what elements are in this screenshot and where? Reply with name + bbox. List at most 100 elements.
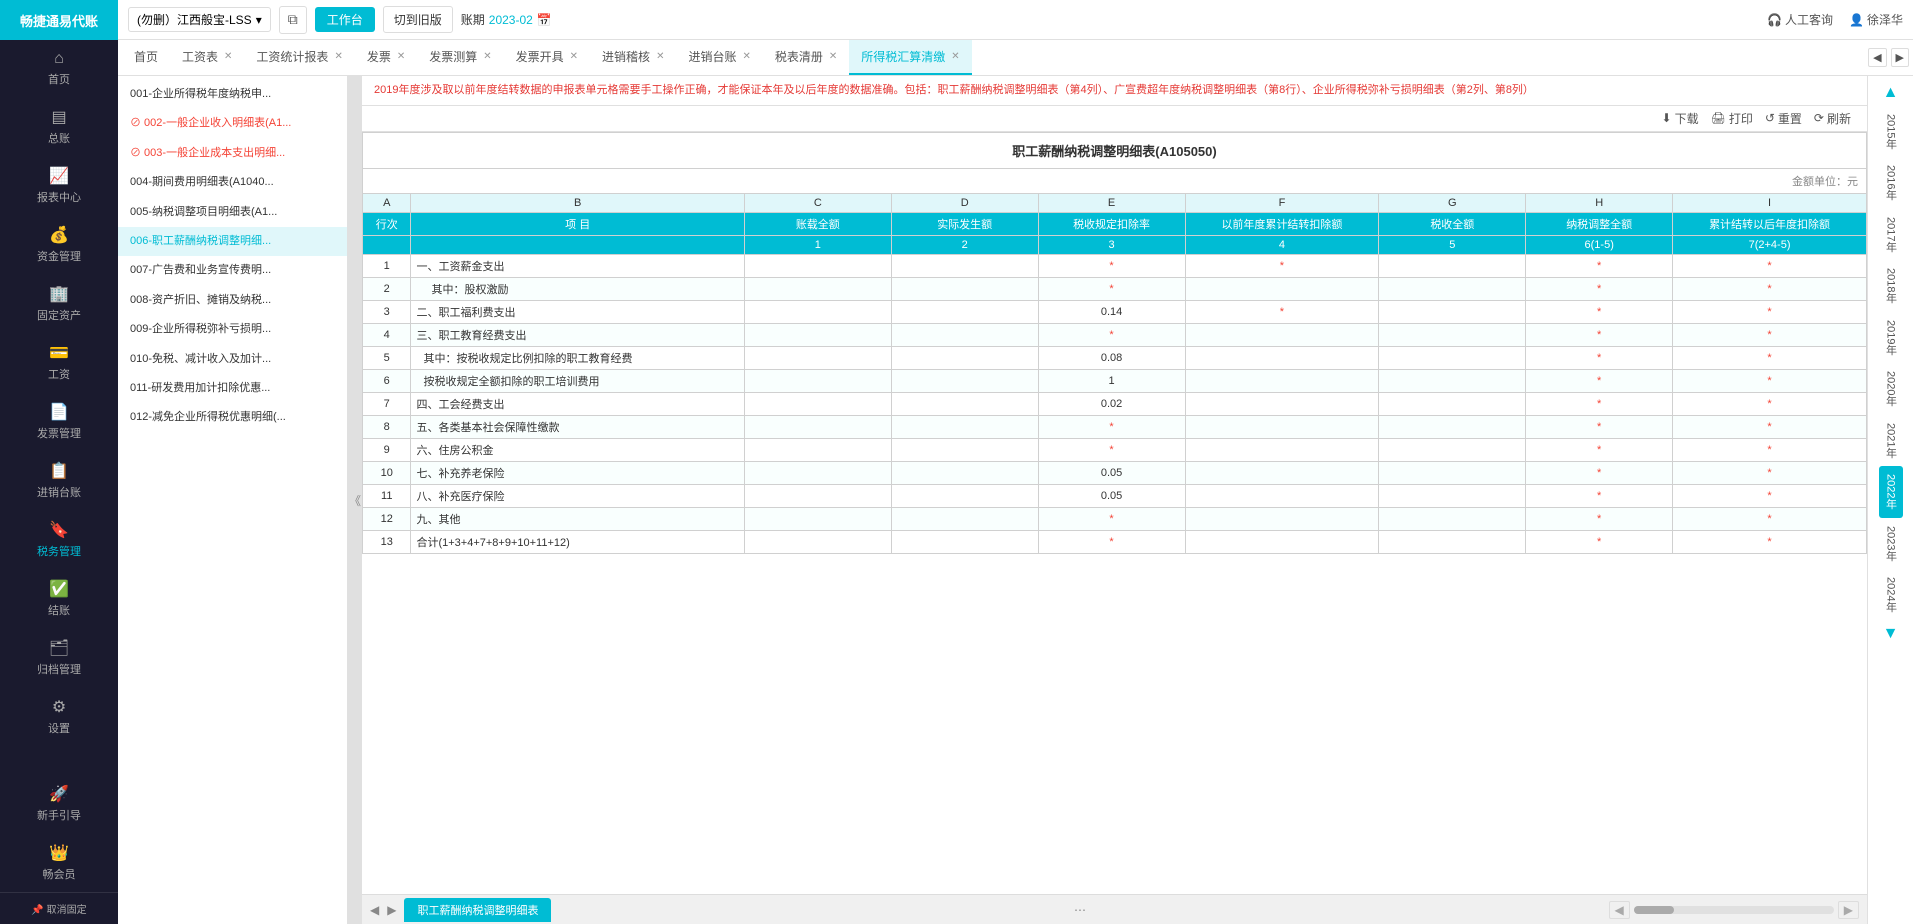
tab-purchase-check[interactable]: 进销稽核 ✕ [590, 40, 676, 75]
service-btn[interactable]: 🎧 人工客询 [1767, 11, 1833, 28]
list-item-005[interactable]: 005-纳税调整项目明细表(A1... [118, 198, 347, 227]
cell-c[interactable] [744, 415, 891, 438]
year-2017[interactable]: 2017年 [1879, 209, 1903, 260]
sidebar-item-tax[interactable]: 🔖 税务管理 [0, 510, 118, 569]
nav-right-icon[interactable]: ▶ [387, 903, 396, 917]
close-icon[interactable]: ✕ [656, 51, 664, 62]
sheet-tab-dots[interactable]: ⋯ [1074, 903, 1086, 917]
download-btn[interactable]: ⬇ 下载 [1662, 110, 1699, 127]
cell-d[interactable] [891, 254, 1038, 277]
tab-salary[interactable]: 工资表 ✕ [170, 40, 244, 75]
cell-d[interactable] [891, 300, 1038, 323]
list-item-011[interactable]: 011-研发费用加计扣除优惠... [118, 374, 347, 403]
sheet-tab-active[interactable]: 职工薪酬纳税调整明细表 [404, 898, 551, 922]
cell-f[interactable] [1185, 369, 1379, 392]
sidebar-item-invoice[interactable]: 📄 发票管理 [0, 392, 118, 451]
cell-g[interactable] [1379, 392, 1526, 415]
cell-g[interactable] [1379, 323, 1526, 346]
cell-c[interactable] [744, 323, 891, 346]
cell-c[interactable] [744, 507, 891, 530]
year-2024[interactable]: 2024年 [1879, 569, 1903, 620]
sidebar-item-archive[interactable]: 🗂 归档管理 [0, 628, 118, 687]
cell-d[interactable] [891, 438, 1038, 461]
cell-d[interactable] [891, 392, 1038, 415]
cell-d[interactable] [891, 415, 1038, 438]
work-bench-btn[interactable]: 工作台 [315, 7, 375, 32]
cell-g[interactable] [1379, 438, 1526, 461]
cell-f[interactable] [1185, 438, 1379, 461]
calendar-icon[interactable]: 📅 [537, 13, 552, 27]
cell-d[interactable] [891, 507, 1038, 530]
sidebar-item-vip[interactable]: 👑 畅会员 [0, 833, 118, 892]
cell-f[interactable] [1185, 461, 1379, 484]
cell-c[interactable] [744, 484, 891, 507]
period-value[interactable]: 2023-02 [489, 13, 533, 27]
tab-invoice-calc[interactable]: 发票测算 ✕ [417, 40, 503, 75]
sidebar-item-fixed-asset[interactable]: 🏢 固定资产 [0, 274, 118, 333]
year-2015[interactable]: 2015年 [1879, 106, 1903, 157]
cell-f[interactable] [1185, 323, 1379, 346]
cell-d[interactable] [891, 530, 1038, 553]
list-item-007[interactable]: 007-广告费和业务宣传费明... [118, 256, 347, 285]
collapse-panel-btn[interactable]: 《 [348, 76, 362, 924]
cell-d[interactable] [891, 346, 1038, 369]
cell-d[interactable] [891, 484, 1038, 507]
sidebar-item-sales[interactable]: 📋 进销台账 [0, 451, 118, 510]
close-icon[interactable]: ✕ [951, 51, 959, 62]
scroll-right-icon[interactable]: ▶ [1838, 901, 1859, 919]
sidebar-item-newbie[interactable]: 🚀 新手引导 [0, 774, 118, 833]
user-profile[interactable]: 👤 徐泽华 [1849, 11, 1903, 28]
cell-f[interactable] [1185, 346, 1379, 369]
cell-c[interactable] [744, 346, 891, 369]
tab-home[interactable]: 首页 [122, 40, 170, 75]
cell-f[interactable] [1185, 530, 1379, 553]
table-wrapper[interactable]: 职工薪酬纳税调整明细表(A105050) 金额单位：元 A B C D E [362, 132, 1867, 895]
sidebar-item-home[interactable]: ⌂ 首页 [0, 40, 118, 97]
tab-invoice-open[interactable]: 发票开具 ✕ [504, 40, 590, 75]
list-item-008[interactable]: 008-资产折旧、摊销及纳税... [118, 286, 347, 315]
company-selector[interactable]: (勿删）江西般宝-LSS ▾ [128, 7, 271, 32]
cell-g[interactable] [1379, 300, 1526, 323]
cell-g[interactable] [1379, 254, 1526, 277]
cell-f[interactable] [1185, 277, 1379, 300]
close-icon[interactable]: ✕ [829, 51, 837, 62]
tab-salary-report[interactable]: 工资统计报表 ✕ [244, 40, 354, 75]
cell-d[interactable] [891, 277, 1038, 300]
cell-g[interactable] [1379, 530, 1526, 553]
list-item-006[interactable]: 006-职工薪酬纳税调整明细... [118, 227, 347, 256]
cell-c[interactable] [744, 530, 891, 553]
cell-g[interactable] [1379, 484, 1526, 507]
cell-c[interactable] [744, 438, 891, 461]
close-icon[interactable]: ✕ [570, 51, 578, 62]
tab-income-tax[interactable]: 所得税汇算清缴 ✕ [849, 40, 971, 75]
reset-btn[interactable]: ↺ 重置 [1765, 110, 1802, 127]
year-2023[interactable]: 2023年 [1879, 518, 1903, 569]
cell-c[interactable] [744, 392, 891, 415]
sidebar-item-report[interactable]: 📈 报表中心 [0, 156, 118, 215]
nav-left-icon[interactable]: ◀ [370, 903, 379, 917]
horizontal-scrollbar[interactable] [1634, 906, 1834, 914]
year-2019[interactable]: 2019年 [1879, 312, 1903, 363]
cell-d[interactable] [891, 461, 1038, 484]
sidebar-item-settlement[interactable]: ✅ 结账 [0, 569, 118, 628]
cell-c[interactable] [744, 461, 891, 484]
close-icon[interactable]: ✕ [224, 51, 232, 62]
tab-next-btn[interactable]: ▶ [1891, 48, 1909, 67]
copy-btn[interactable]: ⧉ [279, 6, 307, 34]
cell-c[interactable] [744, 277, 891, 300]
cancel-fixed-btn[interactable]: 📌 取消固定 [0, 892, 118, 924]
tab-invoice[interactable]: 发票 ✕ [355, 40, 417, 75]
close-icon[interactable]: ✕ [483, 51, 491, 62]
list-item-009[interactable]: 009-企业所得税弥补亏损明... [118, 315, 347, 344]
tab-purchase-ledger[interactable]: 进销台账 ✕ [676, 40, 762, 75]
close-icon[interactable]: ✕ [334, 51, 342, 62]
close-icon[interactable]: ✕ [742, 51, 750, 62]
list-item-001[interactable]: 001-企业所得税年度纳税申... [118, 80, 347, 109]
year-down-btn[interactable]: ▼ [1879, 621, 1903, 647]
year-2022[interactable]: 2022年 [1879, 466, 1903, 517]
cell-g[interactable] [1379, 346, 1526, 369]
list-item-012[interactable]: 012-减免企业所得税优惠明细(... [118, 403, 347, 432]
scroll-left-icon[interactable]: ◀ [1609, 901, 1630, 919]
refresh-btn[interactable]: ⟳ 刷新 [1814, 110, 1851, 127]
cell-f[interactable] [1185, 507, 1379, 530]
